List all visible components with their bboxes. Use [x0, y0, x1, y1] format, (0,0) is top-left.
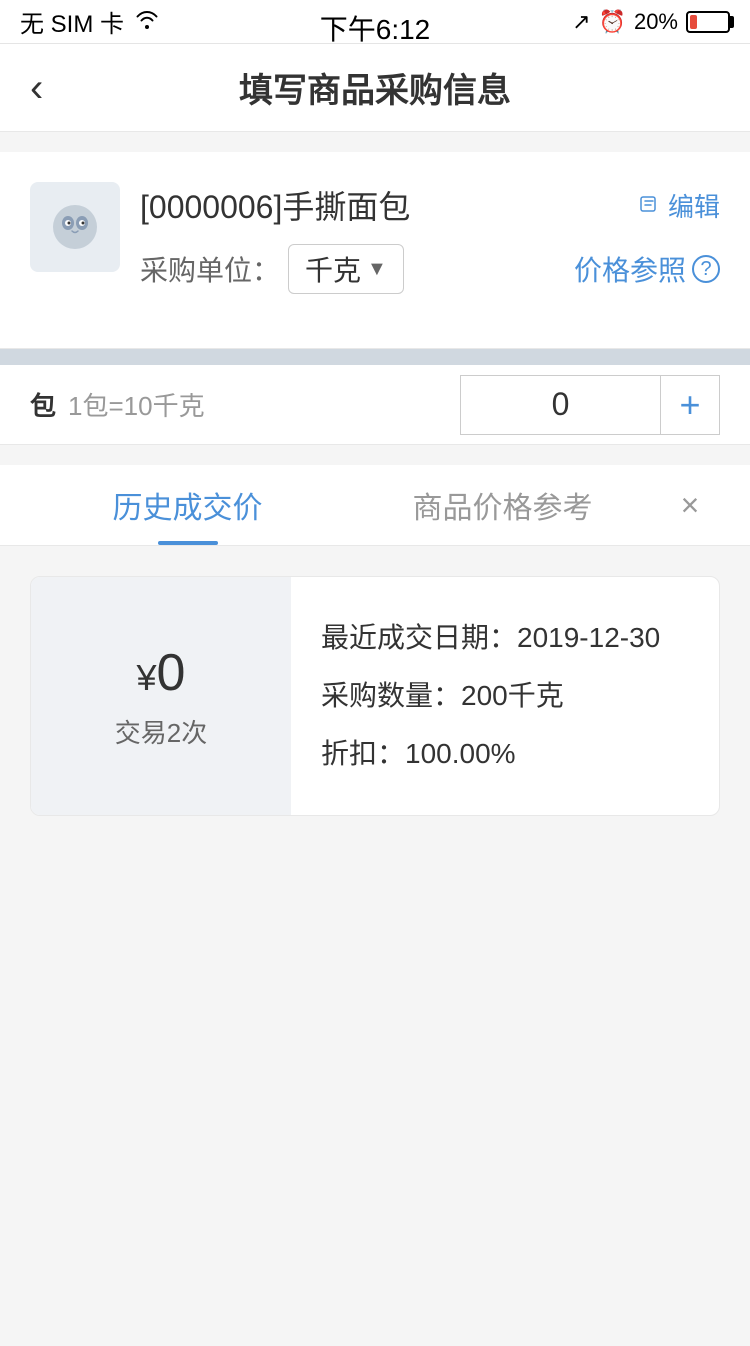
page-title: 填写商品采购信息	[239, 63, 511, 112]
recent-date-item: 最近成交日期：2019-12-30	[321, 617, 689, 659]
quantity-input-group: +	[460, 375, 720, 435]
card-container: ¥0 交易2次 最近成交日期：2019-12-30 采购数量：200千克 折扣：…	[0, 546, 750, 846]
price-card: ¥0 交易2次 最近成交日期：2019-12-30 采购数量：200千克 折扣：…	[30, 576, 720, 816]
status-bar: 无 SIM 卡 下午6:12 ↗ ⏰ 20%	[0, 0, 750, 44]
quantity-row: 包 1包=10千克 +	[0, 365, 750, 445]
purchase-qty-item: 采购数量：200千克	[321, 675, 689, 717]
price-ref-button[interactable]: 价格参照 ?	[574, 249, 720, 289]
discount-label: 折扣：	[321, 738, 405, 769]
nav-header: ‹ 填写商品采购信息	[0, 44, 750, 132]
back-button[interactable]: ‹	[30, 68, 43, 108]
divider-band	[0, 349, 750, 365]
trade-count: 交易2次	[115, 713, 207, 750]
quantity-input[interactable]	[460, 375, 660, 435]
product-thumbnail	[30, 182, 120, 272]
battery-pct: 20%	[634, 9, 678, 35]
status-right: ↗ ⏰ 20%	[572, 9, 730, 35]
product-name: [0000006]手撕面包	[140, 182, 410, 228]
tab-bar: 历史成交价 商品价格参考 ×	[0, 465, 750, 546]
carrier-text: 无 SIM 卡	[20, 4, 124, 39]
discount-item: 折扣：100.00%	[321, 733, 689, 775]
battery-icon	[686, 11, 730, 33]
unit-select[interactable]: 千克 ▼	[288, 244, 404, 294]
quantity-conversion: 1包=10千克	[68, 386, 205, 423]
tab-history-price[interactable]: 历史成交价	[30, 465, 345, 545]
discount-value: 100.00%	[405, 738, 516, 769]
purchase-qty-label: 采购数量：	[321, 680, 461, 711]
edit-button[interactable]: 编辑	[638, 187, 720, 224]
price-display: ¥0	[137, 643, 186, 703]
tab-product-price-ref[interactable]: 商品价格参考	[345, 465, 660, 545]
recent-date-label: 最近成交日期：	[321, 622, 517, 653]
wifi-icon	[134, 8, 160, 36]
alarm-icon: ⏰	[599, 9, 626, 35]
bottom-area	[0, 846, 750, 1346]
quantity-unit-badge: 包	[30, 386, 56, 423]
location-icon: ↗	[572, 9, 590, 35]
purchase-qty-value: 200千克	[461, 680, 564, 711]
recent-date-value: 2019-12-30	[517, 622, 660, 653]
price-value: 0	[157, 644, 186, 702]
quantity-plus-button[interactable]: +	[660, 375, 720, 435]
status-time: 下午6:12	[320, 8, 431, 48]
price-card-right: 最近成交日期：2019-12-30 采购数量：200千克 折扣：100.00%	[291, 577, 719, 815]
dropdown-arrow-icon: ▼	[367, 258, 387, 281]
product-info: [0000006]手撕面包 编辑 采购单位： 千克 ▼	[140, 182, 720, 294]
unit-label: 采购单位：	[140, 249, 280, 289]
tab-active-indicator	[158, 541, 218, 545]
tab-close-button[interactable]: ×	[660, 475, 720, 535]
price-card-left: ¥0 交易2次	[31, 577, 291, 815]
status-left: 无 SIM 卡	[20, 4, 160, 39]
product-card: [0000006]手撕面包 编辑 采购单位： 千克 ▼	[0, 152, 750, 349]
currency-symbol: ¥	[137, 657, 157, 698]
help-icon: ?	[692, 255, 720, 283]
